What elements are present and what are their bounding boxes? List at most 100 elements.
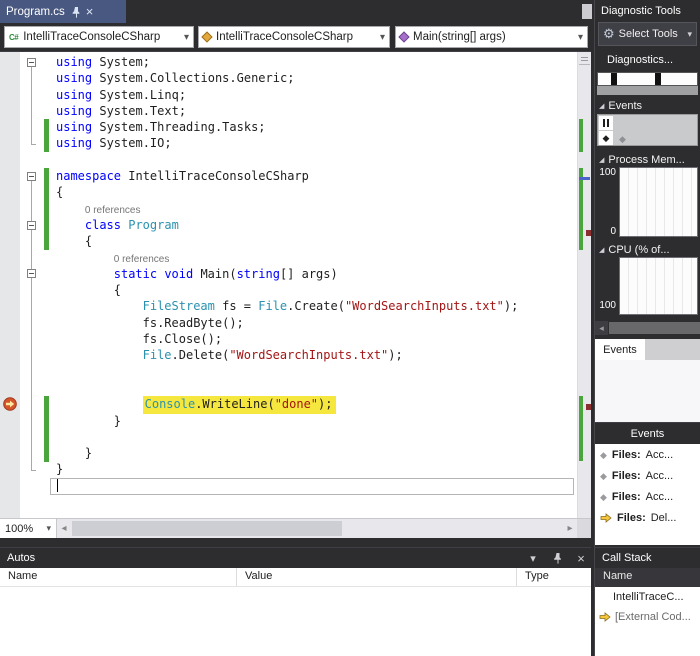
code-line[interactable]: } <box>56 413 577 429</box>
pin-icon[interactable] <box>549 552 565 564</box>
window-position-icon[interactable] <box>525 552 541 565</box>
pause-icon <box>603 119 609 127</box>
event-diamond-icon <box>600 449 607 461</box>
editor-column: Program.cs C# IntelliTraceConsoleCSharp … <box>0 0 592 656</box>
cpu-plot-area <box>619 257 698 315</box>
zoom-level: 100% <box>5 522 34 535</box>
code-line[interactable]: { <box>56 233 577 249</box>
scrollbar-thumb[interactable] <box>609 322 700 334</box>
event-diamond-icon <box>619 134 626 145</box>
code-text-area[interactable]: using System; using System.Collections.Ge… <box>0 52 577 518</box>
horizontal-scrollbar-thumb[interactable] <box>72 521 342 536</box>
code-line[interactable]: using System.IO; <box>56 135 577 151</box>
events-tab-content <box>595 360 700 422</box>
column-header-name[interactable]: Name <box>0 568 237 586</box>
editor-vertical-scrollbar[interactable] <box>577 52 591 518</box>
code-line[interactable] <box>56 429 577 445</box>
code-line[interactable]: static void Main(string[] args) <box>56 266 577 282</box>
member-dropdown[interactable]: Main(string[] args) <box>395 26 588 48</box>
event-row[interactable]: Files: Acc... <box>595 444 700 465</box>
diagnostics-tab-strip: Events <box>595 339 700 360</box>
code-line[interactable]: 0 references <box>56 250 577 266</box>
scrollbar-annotation-red <box>586 230 591 236</box>
pause-events-cell <box>599 116 613 130</box>
memory-axis-max: 100 <box>599 167 616 178</box>
code-editor[interactable]: using System; using System.Collections.Ge… <box>0 52 591 518</box>
diagnostics-horizontal-scrollbar[interactable] <box>595 321 700 335</box>
scroll-left-button[interactable] <box>595 321 608 335</box>
type-dropdown[interactable]: IntelliTraceConsoleCSharp <box>198 26 390 48</box>
events-section-label: Events <box>608 99 643 112</box>
project-dropdown[interactable]: C# IntelliTraceConsoleCSharp <box>4 26 194 48</box>
code-line[interactable]: FileStream fs = File.Create("WordSearchI… <box>56 298 577 314</box>
code-line[interactable]: File.Delete("WordSearchInputs.txt"); <box>56 347 577 363</box>
code-line[interactable]: using System.Linq; <box>56 87 577 103</box>
code-line[interactable]: } <box>56 461 577 477</box>
code-line[interactable]: fs.Close(); <box>56 331 577 347</box>
close-icon[interactable] <box>86 5 94 19</box>
close-icon[interactable] <box>573 551 589 566</box>
event-row[interactable]: Files: Del... <box>595 507 700 528</box>
member-dropdown-label: Main(string[] args) <box>413 31 506 43</box>
scroll-left-button[interactable] <box>57 519 71 538</box>
class-icon <box>201 31 213 43</box>
code-line[interactable]: 0 references <box>56 201 577 217</box>
code-line[interactable]: using System.Threading.Tasks; <box>56 119 577 135</box>
diagnostics-column: Diagnostic Tools Select Tools Diagnostic… <box>594 0 700 656</box>
call-stack-frame[interactable]: IntelliTraceC... <box>595 587 700 607</box>
event-diamond-icon <box>603 133 610 144</box>
column-header-type[interactable]: Type <box>517 568 591 586</box>
autos-grid-body[interactable] <box>0 587 591 656</box>
code-line[interactable]: namespace IntelliTraceConsoleCSharp <box>56 168 577 184</box>
scroll-right-button[interactable] <box>563 519 577 538</box>
call-stack-frame[interactable]: [External Cod... <box>595 607 700 627</box>
memory-section-header[interactable]: Process Mem... <box>595 149 700 167</box>
code-line[interactable]: { <box>56 184 577 200</box>
code-line[interactable] <box>56 380 577 396</box>
event-label-category: Files: <box>611 490 641 503</box>
scrollbar-annotation-green <box>579 119 583 152</box>
call-stack-column-header[interactable]: Name <box>595 568 700 587</box>
tab-events[interactable]: Events <box>595 339 645 360</box>
event-diamond-icon <box>600 470 607 482</box>
autos-title-bar[interactable]: Autos <box>0 548 591 568</box>
call-stack-title-bar[interactable]: Call Stack <box>595 548 700 568</box>
column-header-value[interactable]: Value <box>237 568 517 586</box>
timeline-event-bar <box>655 73 661 85</box>
diagnostics-timeline <box>597 72 698 86</box>
code-line[interactable] <box>56 152 577 168</box>
event-label-category: Files: <box>611 448 641 461</box>
memory-plot-area <box>619 167 698 237</box>
current-event-arrow-icon <box>600 512 612 523</box>
tab-program-cs[interactable]: Program.cs <box>0 0 126 23</box>
call-stack-panel: Call Stack Name IntelliTraceC... [Externa… <box>595 547 700 656</box>
zoom-control[interactable]: 100% <box>0 519 57 538</box>
timeline-scroll-strip[interactable] <box>597 86 698 95</box>
select-tools-button[interactable]: Select Tools <box>598 22 697 46</box>
scrollbar-annotation-blue <box>579 177 590 180</box>
cpu-axis-max: 100 <box>599 300 616 311</box>
event-row[interactable]: Files: Acc... <box>595 486 700 507</box>
splitter-gripper[interactable] <box>579 54 590 65</box>
code-line[interactable]: fs.ReadByte(); <box>56 315 577 331</box>
cpu-section-label: CPU (% of... <box>608 243 670 256</box>
code-line[interactable]: class Program <box>56 217 577 233</box>
memory-section-label: Process Mem... <box>608 153 685 166</box>
code-line[interactable] <box>56 478 577 494</box>
code-line[interactable]: using System; <box>56 54 577 70</box>
event-row[interactable]: Files: Acc... <box>595 465 700 486</box>
diagnostic-tools-title: Diagnostic Tools <box>601 5 681 17</box>
code-line[interactable]: } <box>56 445 577 461</box>
code-line[interactable]: using System.Collections.Generic; <box>56 70 577 86</box>
cpu-section-header[interactable]: CPU (% of... <box>595 239 700 257</box>
events-section-header[interactable]: Events <box>595 95 700 113</box>
pin-icon[interactable] <box>71 6 80 18</box>
code-line[interactable]: Console.WriteLine("done"); <box>56 396 577 414</box>
project-dropdown-label: IntelliTraceConsoleCSharp <box>23 31 161 43</box>
code-line[interactable]: using System.Text; <box>56 103 577 119</box>
frame-label: IntelliTraceC... <box>613 591 684 603</box>
visual-studio-window: Program.cs C# IntelliTraceConsoleCSharp … <box>0 0 700 656</box>
code-line[interactable] <box>56 364 577 380</box>
code-line[interactable]: { <box>56 282 577 298</box>
event-label-category: Files: <box>617 511 646 524</box>
